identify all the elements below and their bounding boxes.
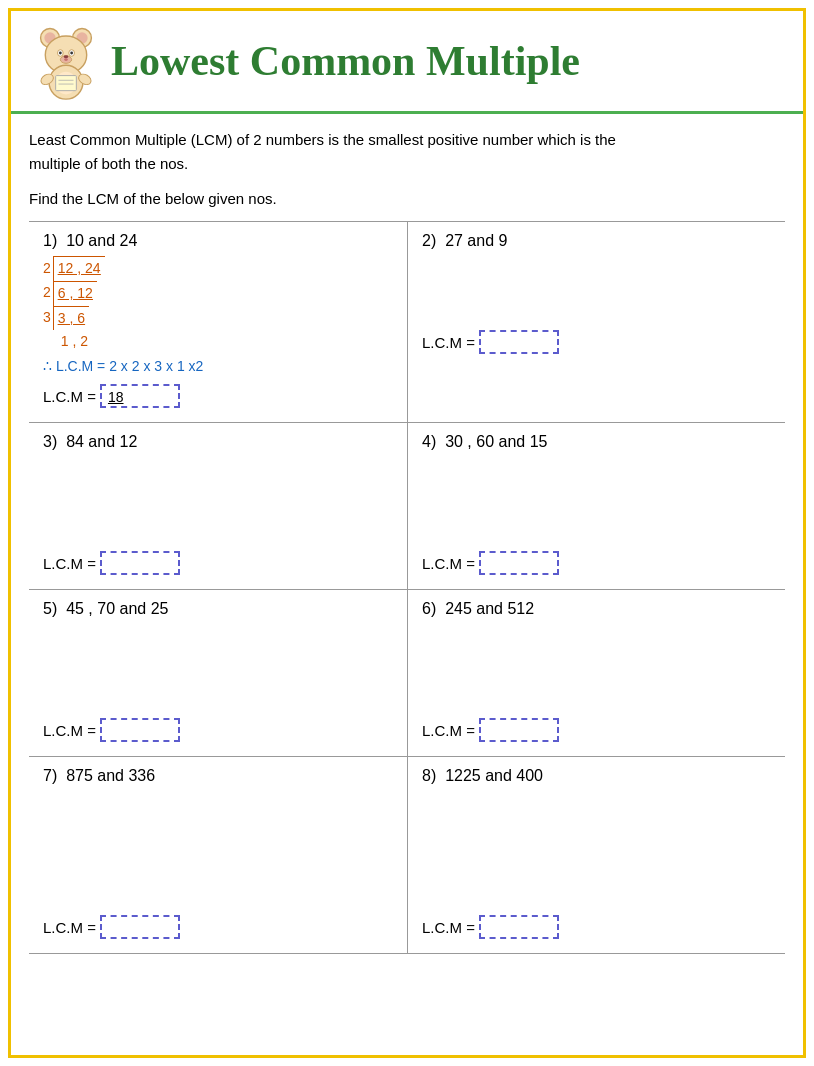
div-line-2: 2 6 , 12 [43, 281, 393, 306]
problem-cell-4: 4) 30 , 60 and 15 L.C.M = [407, 423, 785, 590]
problem-cell-1: 1) 10 and 24 2 12 , 24 2 6 , 12 3 3 , 6 [29, 222, 407, 423]
lcm-row-2: L.C.M = [422, 330, 771, 354]
answer-box-5[interactable] [100, 718, 180, 742]
lcm-row-1: L.C.M = 18 [43, 384, 393, 408]
outer-border: Lowest Common Multiple Least Common Mult… [8, 8, 806, 1058]
problem-8-label: 8) 1225 and 400 [422, 767, 771, 785]
page-title: Lowest Common Multiple [111, 37, 580, 85]
div-line-4: 1 , 2 [43, 330, 393, 354]
problem-cell-5: 5) 45 , 70 and 25 L.C.M = [29, 590, 407, 757]
lcm-row-7: L.C.M = [43, 915, 393, 939]
instruction: Find the LCM of the below given nos. [29, 190, 785, 207]
div-line-3: 3 3 , 6 [43, 306, 393, 331]
answer-box-8[interactable] [479, 915, 559, 939]
lcm-row-3: L.C.M = [43, 551, 393, 575]
problem-2-label: 2) 27 and 9 [422, 232, 771, 250]
problem-3-label: 3) 84 and 12 [43, 433, 393, 451]
header: Lowest Common Multiple [11, 11, 803, 114]
problem-cell-6: 6) 245 and 512 L.C.M = [407, 590, 785, 757]
description: Least Common Multiple (LCM) of 2 numbers… [29, 128, 785, 176]
problem-1-label: 1) 10 and 24 [43, 232, 393, 250]
svg-point-7 [59, 52, 62, 55]
lcm-row-6: L.C.M = [422, 718, 771, 742]
problem-cell-8: 8) 1225 and 400 L.C.M = [407, 757, 785, 954]
svg-rect-16 [56, 76, 77, 91]
problem-4-label: 4) 30 , 60 and 15 [422, 433, 771, 451]
answer-box-1[interactable]: 18 [100, 384, 180, 408]
problem-5-label: 5) 45 , 70 and 25 [43, 600, 393, 618]
lcm-formula: ∴ L.C.M = 2 x 2 x 3 x 1 x2 [43, 358, 393, 374]
problem-6-label: 6) 245 and 512 [422, 600, 771, 618]
svg-point-11 [64, 55, 69, 58]
answer-box-2[interactable] [479, 330, 559, 354]
answer-box-6[interactable] [479, 718, 559, 742]
div-line-1: 2 12 , 24 [43, 256, 393, 281]
problems-grid: 1) 10 and 24 2 12 , 24 2 6 , 12 3 3 , 6 [29, 221, 785, 954]
svg-point-8 [70, 52, 73, 55]
answer-box-4[interactable] [479, 551, 559, 575]
bear-icon [31, 21, 101, 101]
answer-box-7[interactable] [100, 915, 180, 939]
content-area: Least Common Multiple (LCM) of 2 numbers… [11, 114, 803, 954]
lcm-row-5: L.C.M = [43, 718, 393, 742]
problem-cell-7: 7) 875 and 336 L.C.M = [29, 757, 407, 954]
answer-box-3[interactable] [100, 551, 180, 575]
problem-7-label: 7) 875 and 336 [43, 767, 393, 785]
lcm-row-8: L.C.M = [422, 915, 771, 939]
problem-cell-3: 3) 84 and 12 L.C.M = [29, 423, 407, 590]
problem-cell-2: 2) 27 and 9 L.C.M = [407, 222, 785, 423]
lcm-row-4: L.C.M = [422, 551, 771, 575]
svg-point-10 [64, 58, 68, 61]
division-work: 2 12 , 24 2 6 , 12 3 3 , 6 1 , 2 [43, 256, 393, 354]
